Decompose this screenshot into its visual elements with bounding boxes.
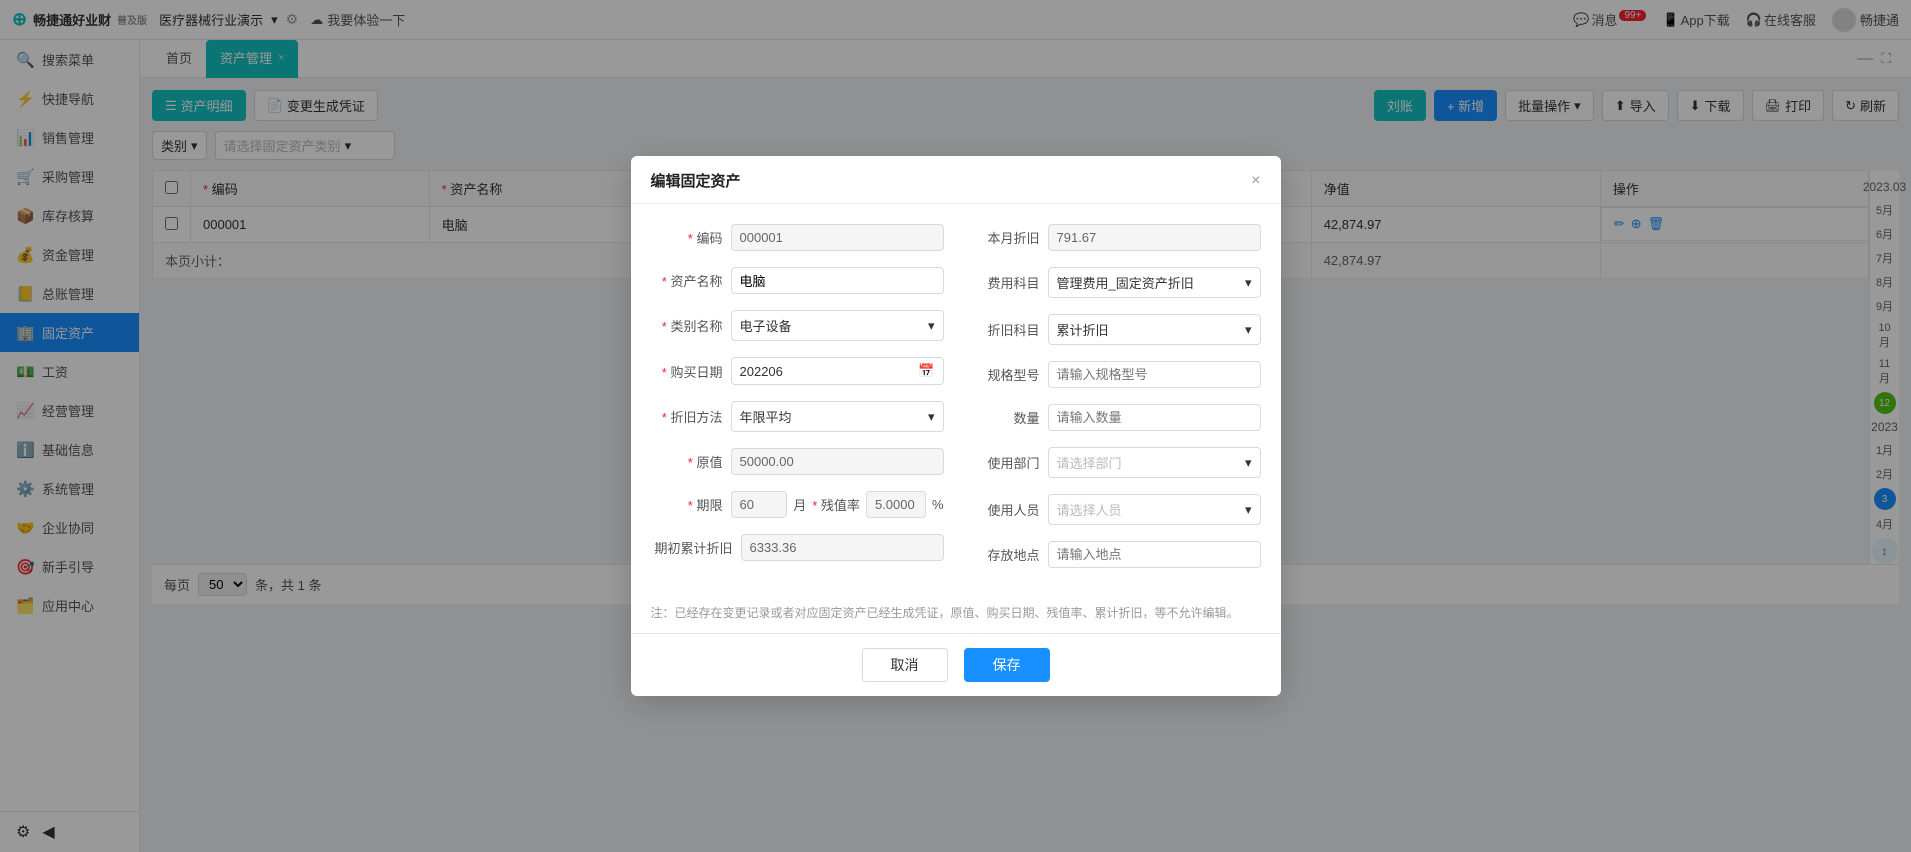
category-select[interactable]: 电子设备 ▾ <box>731 310 944 341</box>
initial-acc-input[interactable] <box>741 534 944 561</box>
dep-method-label: * 折旧方法 <box>651 407 731 426</box>
original-value-input[interactable] <box>731 448 944 475</box>
form-row-expense-subject: 费用科目 管理费用_固定资产折旧 ▾ <box>968 267 1261 298</box>
dep-subject-select[interactable]: 累计折旧 ▾ <box>1048 314 1261 345</box>
department-label: 使用部门 <box>968 453 1048 472</box>
code-input[interactable] <box>731 224 944 251</box>
quantity-label: 数量 <box>968 408 1048 427</box>
initial-acc-label: 期初累计折旧 <box>651 538 741 557</box>
expense-subject-label: 费用科目 <box>968 273 1048 292</box>
personnel-placeholder: 请选择人员 <box>1057 500 1122 519</box>
dialog-body: * 编码 * 资产名称 * 类别名称 <box>631 204 1281 604</box>
storage-label: 存放地点 <box>968 545 1048 564</box>
asset-name-label: * 资产名称 <box>651 271 731 290</box>
save-button[interactable]: 保存 <box>964 648 1050 682</box>
category-chevron: ▾ <box>928 318 935 334</box>
personnel-select[interactable]: 请选择人员 ▾ <box>1048 494 1261 525</box>
purchase-date-label: * 购买日期 <box>651 362 731 381</box>
department-select[interactable]: 请选择部门 ▾ <box>1048 447 1261 478</box>
dialog-note: 注：已经存在变更记录或者对应固定资产已经生成凭证，原值、购买日期、残值率、累计折… <box>631 604 1281 633</box>
form-row-spec: 规格型号 <box>968 361 1261 388</box>
dep-method-chevron: ▾ <box>928 409 935 425</box>
dep-subject-label: 折旧科目 <box>968 320 1048 339</box>
quantity-input[interactable] <box>1048 404 1261 431</box>
monthly-dep-label: 本月折旧 <box>968 228 1048 247</box>
form-row-purchase-date: * 购买日期 202206 📅 <box>651 357 944 385</box>
personnel-chevron: ▾ <box>1245 502 1252 518</box>
purchase-date-input[interactable]: 202206 📅 <box>731 357 944 385</box>
purchase-date-value: 202206 <box>740 364 783 379</box>
expense-chevron: ▾ <box>1245 275 1252 291</box>
dialog-right-col: 本月折旧 费用科目 管理费用_固定资产折旧 ▾ 折旧科目 累计折旧 <box>968 224 1261 584</box>
dialog-title: 编辑固定资产 <box>651 170 741 191</box>
form-row-department: 使用部门 请选择部门 ▾ <box>968 447 1261 478</box>
code-label: * 编码 <box>651 228 731 247</box>
dialog-left-col: * 编码 * 资产名称 * 类别名称 <box>651 224 944 584</box>
form-row-code: * 编码 <box>651 224 944 251</box>
form-row-period: * 期限 月 * 残值率 % <box>651 491 944 518</box>
form-row-dep-subject: 折旧科目 累计折旧 ▾ <box>968 314 1261 345</box>
original-value-label: * 原值 <box>651 452 731 471</box>
expense-subject-value: 管理费用_固定资产折旧 <box>1057 273 1194 292</box>
category-value: 电子设备 <box>740 316 792 335</box>
asset-name-input[interactable] <box>731 267 944 294</box>
period-group: 月 * 残值率 % <box>731 491 944 518</box>
period-label: * 期限 <box>651 495 731 514</box>
residual-rate-input[interactable] <box>866 491 926 518</box>
category-name-label: * 类别名称 <box>651 316 731 335</box>
dep-subject-value: 累计折旧 <box>1057 320 1109 339</box>
note-text: 注：已经存在变更记录或者对应固定资产已经生成凭证，原值、购买日期、残值率、累计折… <box>651 606 1239 620</box>
personnel-label: 使用人员 <box>968 500 1048 519</box>
storage-input[interactable] <box>1048 541 1261 568</box>
dept-chevron: ▾ <box>1245 455 1252 471</box>
expense-subject-select[interactable]: 管理费用_固定资产折旧 ▾ <box>1048 267 1261 298</box>
department-placeholder: 请选择部门 <box>1057 453 1122 472</box>
form-row-personnel: 使用人员 请选择人员 ▾ <box>968 494 1261 525</box>
form-row-initial-acc: 期初累计折旧 <box>651 534 944 561</box>
form-row-category: * 类别名称 电子设备 ▾ <box>651 310 944 341</box>
calendar-icon: 📅 <box>918 363 934 379</box>
form-row-dep-method: * 折旧方法 年限平均 ▾ <box>651 401 944 432</box>
period-unit: 月 <box>793 495 806 514</box>
spec-input[interactable] <box>1048 361 1261 388</box>
dialog-close-btn[interactable]: × <box>1251 172 1260 190</box>
dialog-footer: 取消 保存 <box>631 633 1281 696</box>
form-row-asset-name: * 资产名称 <box>651 267 944 294</box>
form-row-original-value: * 原值 <box>651 448 944 475</box>
form-row-quantity: 数量 <box>968 404 1261 431</box>
residual-rate-unit: % <box>932 497 944 512</box>
monthly-dep-input[interactable] <box>1048 224 1261 251</box>
period-input[interactable] <box>731 491 788 518</box>
form-row-storage: 存放地点 <box>968 541 1261 568</box>
dep-subject-chevron: ▾ <box>1245 322 1252 338</box>
form-row-monthly-dep: 本月折旧 <box>968 224 1261 251</box>
modal-overlay: 编辑固定资产 × * 编码 * 资产名称 <box>0 0 1911 852</box>
dep-method-value: 年限平均 <box>740 407 792 426</box>
residual-rate-label: * 残值率 <box>812 495 860 514</box>
cancel-button[interactable]: 取消 <box>862 648 948 682</box>
spec-label: 规格型号 <box>968 365 1048 384</box>
dialog-header: 编辑固定资产 × <box>631 156 1281 204</box>
edit-fixed-asset-dialog: 编辑固定资产 × * 编码 * 资产名称 <box>631 156 1281 696</box>
dep-method-select[interactable]: 年限平均 ▾ <box>731 401 944 432</box>
